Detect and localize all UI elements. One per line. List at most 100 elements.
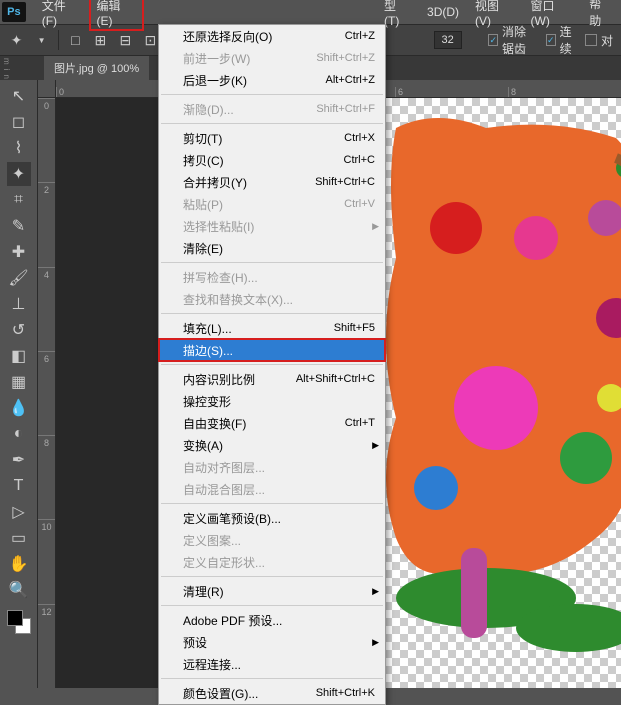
menu-separator (161, 605, 383, 606)
menu-separator (161, 364, 383, 365)
shape-tool-icon[interactable]: ▭ (7, 526, 31, 550)
stamp-tool-icon[interactable]: ⊥ (7, 292, 31, 316)
document-tab[interactable]: 图片.jpg @ 100% (44, 56, 149, 80)
blur-tool-icon[interactable]: 💧 (7, 396, 31, 420)
menubar: Ps 文件(F) 编辑(E) 型(T) 3D(D) 视图(V) 窗口(W) 帮助 (0, 0, 621, 24)
ruler-corner (38, 80, 56, 98)
antialias-checkbox[interactable]: ✓ 消除锯齿 (488, 23, 538, 57)
menu-item[interactable]: 预设▶ (159, 631, 385, 653)
crop-tool-icon[interactable]: ⌗ (7, 188, 31, 212)
path-select-tool-icon[interactable]: ▷ (7, 500, 31, 524)
menu-item[interactable]: 清理(R)▶ (159, 580, 385, 602)
menu-separator (161, 678, 383, 679)
fg-color-swatch[interactable] (7, 610, 23, 626)
menu-help[interactable]: 帮助 (581, 0, 621, 32)
submenu-arrow-icon: ▶ (372, 586, 379, 597)
submenu-arrow-icon: ▶ (372, 440, 379, 451)
menu-item: 粘贴(P)Ctrl+V (159, 193, 385, 215)
menu-item[interactable]: 还原选择反向(O)Ctrl+Z (159, 25, 385, 47)
separator (58, 30, 59, 50)
selection-mode-subtract-icon[interactable]: ⊟ (117, 29, 134, 51)
current-tool-icon[interactable]: ✦ (8, 29, 25, 51)
check-icon: ✓ (546, 34, 556, 46)
sample-checkbox[interactable]: 对 (585, 32, 613, 49)
magic-wand-tool-icon[interactable]: ✦ (7, 162, 31, 186)
tool-down-icon[interactable]: ▼ (33, 29, 50, 51)
menu-item-shortcut: Shift+Ctrl+F (316, 103, 375, 115)
move-tool-icon[interactable]: ↖ (7, 84, 31, 108)
eyedropper-tool-icon[interactable]: ✎ (7, 214, 31, 238)
menu-item[interactable]: 清除(E) (159, 237, 385, 259)
healing-tool-icon[interactable]: ✚ (7, 240, 31, 264)
hand-tool-icon[interactable]: ✋ (7, 552, 31, 576)
menu-separator (161, 123, 383, 124)
menu-item-label: 粘贴(P) (183, 196, 344, 213)
menu-separator (161, 576, 383, 577)
menu-item-label: 内容识别比例 (183, 371, 296, 388)
selection-mode-intersect-icon[interactable]: ⊡ (142, 29, 159, 51)
menu-item-label: 操控变形 (183, 393, 375, 410)
history-brush-tool-icon[interactable]: ↺ (7, 318, 31, 342)
menu-item-label: 填充(L)... (183, 320, 334, 337)
menu-item-shortcut: Shift+Ctrl+Z (316, 52, 375, 64)
menu-item[interactable]: 填充(L)...Shift+F5 (159, 317, 385, 339)
menu-item: 查找和替换文本(X)... (159, 288, 385, 310)
menu-item-shortcut: Shift+F5 (334, 322, 375, 334)
pen-tool-icon[interactable]: ✒ (7, 448, 31, 472)
menu-item-shortcut: Shift+Ctrl+C (315, 176, 375, 188)
menu-item[interactable]: 内容识别比例Alt+Shift+Ctrl+C (159, 368, 385, 390)
menu-item[interactable]: 变换(A)▶ (159, 434, 385, 456)
lasso-tool-icon[interactable]: ⌇ (7, 136, 31, 160)
menu-item[interactable]: 远程连接... (159, 653, 385, 675)
menu-item: 定义自定形状... (159, 551, 385, 573)
menu-item-label: 描边(S)... (183, 342, 375, 359)
menu-item[interactable]: 定义画笔预设(B)... (159, 507, 385, 529)
menu-item[interactable]: 拷贝(C)Ctrl+C (159, 149, 385, 171)
menu-item: 自动混合图层... (159, 478, 385, 500)
menu-3d[interactable]: 3D(D) (419, 2, 467, 22)
selection-mode-add-icon[interactable]: ⊞ (92, 29, 109, 51)
contiguous-checkbox[interactable]: ✓ 连续 (546, 23, 577, 57)
menu-item-label: Adobe PDF 预设... (183, 612, 375, 629)
gradient-tool-icon[interactable]: ▦ (7, 370, 31, 394)
menu-edit[interactable]: 编辑(E) (89, 0, 145, 31)
sample-label: 对 (601, 32, 613, 49)
menu-separator (161, 313, 383, 314)
menu-item[interactable]: Adobe PDF 预设... (159, 609, 385, 631)
selection-mode-new-icon[interactable]: □ (67, 29, 84, 51)
menu-item-label: 拷贝(C) (183, 152, 344, 169)
menu-item-shortcut: Shift+Ctrl+K (316, 687, 375, 699)
brush-tool-icon[interactable]: 🖌 (7, 266, 31, 290)
menu-item[interactable]: 描边(S)... (159, 339, 385, 361)
menu-item[interactable]: 颜色设置(G)...Shift+Ctrl+K (159, 682, 385, 704)
menu-item-label: 选择性粘贴(I) (183, 218, 375, 235)
menu-separator (161, 94, 383, 95)
menu-item-label: 前进一步(W) (183, 50, 316, 67)
tolerance-input[interactable] (434, 31, 462, 49)
menu-item-label: 预设 (183, 634, 375, 651)
menu-file[interactable]: 文件(F) (34, 0, 89, 31)
menu-item: 前进一步(W)Shift+Ctrl+Z (159, 47, 385, 69)
menu-item-label: 还原选择反向(O) (183, 28, 345, 45)
menu-item[interactable]: 后退一步(K)Alt+Ctrl+Z (159, 69, 385, 91)
dodge-tool-icon[interactable]: ◐ (7, 422, 31, 446)
menu-item-label: 颜色设置(G)... (183, 685, 316, 702)
zoom-tool-icon[interactable]: 🔍 (7, 578, 31, 602)
marquee-tool-icon[interactable]: ◻ (7, 110, 31, 134)
menu-item[interactable]: 自由变换(F)Ctrl+T (159, 412, 385, 434)
menu-item-label: 合并拷贝(Y) (183, 174, 315, 191)
color-swatches[interactable] (7, 610, 31, 634)
menu-item: 自动对齐图层... (159, 456, 385, 478)
menu-item[interactable]: 合并拷贝(Y)Shift+Ctrl+C (159, 171, 385, 193)
menu-item[interactable]: 剪切(T)Ctrl+X (159, 127, 385, 149)
submenu-arrow-icon: ▶ (372, 221, 379, 232)
vertical-ruler: 024681012 (38, 98, 56, 688)
menu-item-label: 远程连接... (183, 656, 375, 673)
contiguous-label: 连续 (560, 23, 577, 57)
menu-separator (161, 503, 383, 504)
menu-item-label: 剪切(T) (183, 130, 344, 147)
menu-item[interactable]: 操控变形 (159, 390, 385, 412)
menu-item-label: 定义画笔预设(B)... (183, 510, 375, 527)
type-tool-icon[interactable]: T (7, 474, 31, 498)
eraser-tool-icon[interactable]: ◧ (7, 344, 31, 368)
